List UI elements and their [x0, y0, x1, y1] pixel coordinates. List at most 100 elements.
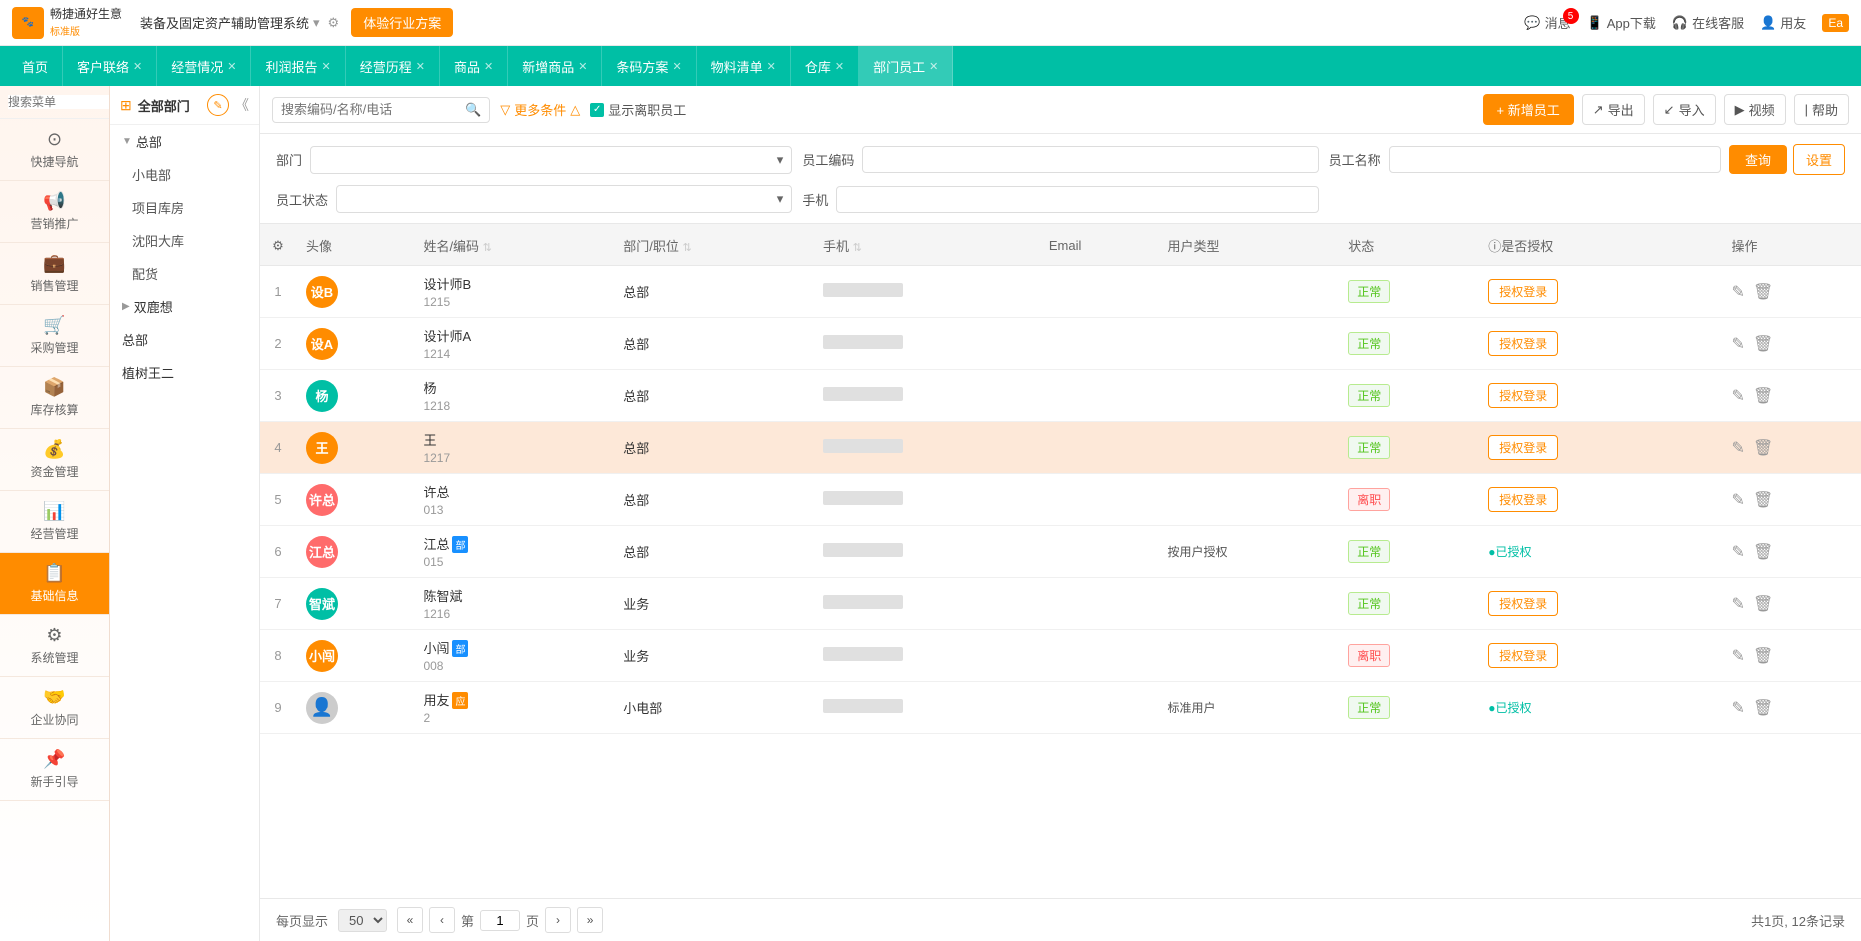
delete-icon[interactable]: 🗑	[1753, 438, 1773, 458]
close-icon[interactable]: ✕	[767, 60, 776, 73]
sidebar-search-input[interactable]	[8, 95, 110, 109]
edit-icon[interactable]: ✎	[1732, 698, 1745, 718]
close-icon[interactable]: ✕	[227, 60, 236, 73]
tab-employee[interactable]: 部门员工 ✕	[859, 46, 953, 86]
close-icon[interactable]: ✕	[835, 60, 844, 73]
sidebar-item-system[interactable]: ⚙ 系统管理	[0, 615, 109, 677]
auth-button[interactable]: 授权登录	[1488, 435, 1558, 460]
sort-icon[interactable]: ⇅	[853, 242, 862, 254]
delete-icon[interactable]: 🗑	[1753, 334, 1773, 354]
online-service-btn[interactable]: 🎧 在线客服	[1672, 13, 1744, 32]
col-dept[interactable]: 部门/职位 ⇅	[613, 226, 813, 266]
tab-goods[interactable]: 商品 ✕	[440, 46, 508, 86]
tab-history[interactable]: 经营历程 ✕	[346, 46, 440, 86]
auth-button[interactable]: 授权登录	[1488, 487, 1558, 512]
tab-warehouse[interactable]: 仓库 ✕	[791, 46, 859, 86]
show-resigned-toggle[interactable]: ✓ 显示离职员工	[590, 100, 686, 119]
tab-operation[interactable]: 经营情况 ✕	[157, 46, 251, 86]
edit-icon[interactable]: ✎	[1732, 386, 1745, 406]
sort-icon[interactable]: ⇅	[483, 242, 492, 254]
dept-item-zongbu-group[interactable]: ▼ 总部	[110, 125, 259, 158]
dept-collapse-icon[interactable]: 《	[235, 95, 249, 115]
delete-icon[interactable]: 🗑	[1753, 282, 1773, 302]
sidebar-item-finance[interactable]: 💰 资金管理	[0, 429, 109, 491]
close-icon[interactable]: ✕	[672, 60, 681, 73]
sidebar-item-quicknav[interactable]: ⊙ 快捷导航	[0, 119, 109, 181]
import-button[interactable]: ↙ 导入	[1653, 94, 1716, 125]
delete-icon[interactable]: 🗑	[1753, 542, 1773, 562]
delete-icon[interactable]: 🗑	[1753, 490, 1773, 510]
add-employee-button[interactable]: + 新增员工	[1483, 94, 1574, 125]
search-input[interactable]	[281, 102, 461, 117]
delete-icon[interactable]: 🗑	[1753, 386, 1773, 406]
trial-button[interactable]: 体验行业方案	[351, 8, 453, 37]
search-icon[interactable]: 🔍	[465, 102, 481, 118]
edit-icon[interactable]: ✎	[1732, 438, 1745, 458]
delete-icon[interactable]: 🗑	[1753, 646, 1773, 666]
dept-item-zongbu2[interactable]: 总部	[110, 323, 259, 356]
col-settings[interactable]: ⚙	[260, 226, 296, 266]
sidebar-item-enterprise[interactable]: 🤝 企业协同	[0, 677, 109, 739]
tab-home[interactable]: 首页	[8, 46, 63, 86]
tab-profit[interactable]: 利润报告 ✕	[251, 46, 345, 86]
first-page-btn[interactable]: «	[397, 907, 423, 933]
edit-icon[interactable]: ✎	[1732, 334, 1745, 354]
tab-bom[interactable]: 物料清单 ✕	[697, 46, 791, 86]
sidebar-item-stock[interactable]: 📦 库存核算	[0, 367, 109, 429]
edit-icon[interactable]: ✎	[1732, 282, 1745, 302]
next-page-btn[interactable]: ›	[545, 907, 571, 933]
prev-page-btn[interactable]: ‹	[429, 907, 455, 933]
title-dropdown-icon[interactable]: ▾	[313, 15, 320, 31]
sidebar-item-purchase[interactable]: 🛒 采购管理	[0, 305, 109, 367]
page-input[interactable]	[480, 910, 520, 931]
tab-new-goods[interactable]: 新增商品 ✕	[508, 46, 602, 86]
close-icon[interactable]: ✕	[484, 60, 493, 73]
auth-button[interactable]: 授权登录	[1488, 279, 1558, 304]
settings-icon[interactable]: ⚙	[328, 15, 340, 31]
delete-icon[interactable]: 🗑	[1753, 698, 1773, 718]
sidebar-item-marketing[interactable]: 📢 营销推广	[0, 181, 109, 243]
dept-item-peihuo[interactable]: 配货	[110, 257, 259, 290]
search-button[interactable]: 查询	[1729, 145, 1787, 174]
more-filter-btn[interactable]: ▽ 更多条件 △	[500, 100, 580, 119]
auth-button[interactable]: 授权登录	[1488, 331, 1558, 356]
dept-item-shuanglu[interactable]: ▶ 双鹿想	[110, 290, 259, 323]
dept-item-project[interactable]: 项目库房	[110, 191, 259, 224]
video-button[interactable]: ▶ 视频	[1724, 94, 1786, 125]
close-icon[interactable]: ✕	[578, 60, 587, 73]
col-phone[interactable]: 手机 ⇅	[813, 226, 1039, 266]
app-download-btn[interactable]: 📱 App下载	[1587, 13, 1656, 32]
close-icon[interactable]: ✕	[322, 60, 331, 73]
auth-button[interactable]: 授权登录	[1488, 591, 1558, 616]
page-size-select[interactable]: 50	[338, 909, 387, 932]
dept-item-zhishu[interactable]: 植树王二	[110, 356, 259, 389]
tab-customer[interactable]: 客户联络 ✕	[63, 46, 157, 86]
filter-status-select[interactable]: ▾	[336, 185, 792, 213]
tab-barcode[interactable]: 条码方案 ✕	[602, 46, 696, 86]
close-icon[interactable]: ✕	[929, 60, 938, 73]
edit-icon[interactable]: ✎	[1732, 594, 1745, 614]
sort-icon[interactable]: ⇅	[682, 242, 691, 254]
phone-input[interactable]	[836, 186, 1318, 213]
emp-code-input[interactable]	[862, 146, 1318, 173]
edit-icon[interactable]: ✎	[1732, 542, 1745, 562]
sidebar-item-basic[interactable]: 📋 基础信息	[0, 553, 109, 615]
auth-button[interactable]: 授权登录	[1488, 383, 1558, 408]
export-button[interactable]: ↗ 导出	[1582, 94, 1645, 125]
sidebar-item-bizop[interactable]: 📊 经营管理	[0, 491, 109, 553]
col-name[interactable]: 姓名/编码 ⇅	[413, 226, 613, 266]
message-btn[interactable]: 💬 5 消息	[1524, 13, 1570, 32]
user-avatar[interactable]: 👤 用友	[1760, 13, 1806, 32]
dept-item-shenyang[interactable]: 沈阳大库	[110, 224, 259, 257]
edit-icon[interactable]: ✎	[1732, 490, 1745, 510]
help-button[interactable]: | 帮助	[1794, 94, 1849, 125]
dept-item-xiaodibu[interactable]: 小电部	[110, 158, 259, 191]
sidebar-item-sales[interactable]: 💼 销售管理	[0, 243, 109, 305]
delete-icon[interactable]: 🗑	[1753, 594, 1773, 614]
dept-edit-icon[interactable]: ✎	[207, 94, 229, 116]
close-icon[interactable]: ✕	[133, 60, 142, 73]
emp-name-input[interactable]	[1389, 146, 1721, 173]
set-button[interactable]: 设置	[1793, 144, 1845, 175]
sidebar-item-guide[interactable]: 📌 新手引导	[0, 739, 109, 801]
last-page-btn[interactable]: »	[577, 907, 603, 933]
